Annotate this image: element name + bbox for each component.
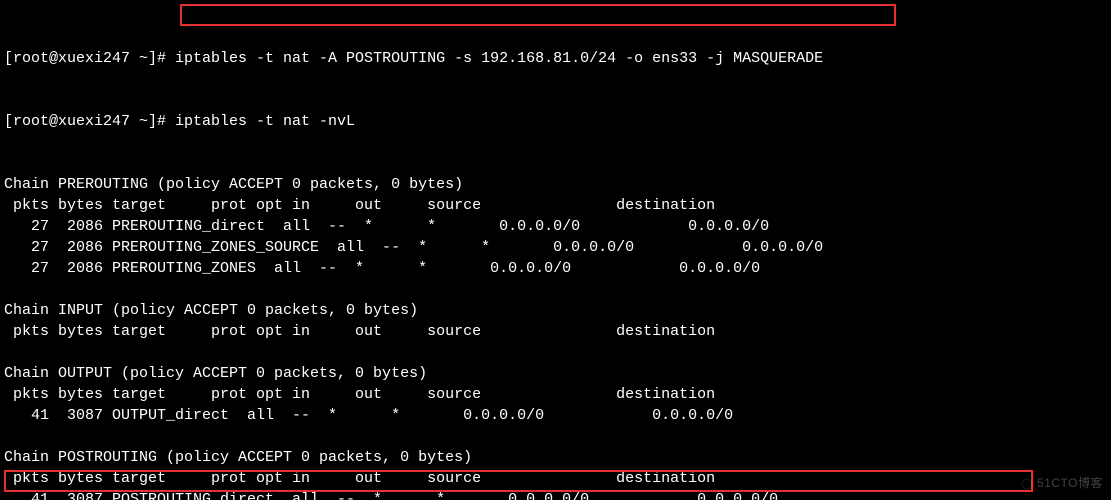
output-line: Chain OUTPUT (policy ACCEPT 0 packets, 0…	[4, 363, 1107, 384]
prompt-line-2: [root@xuexi247 ~]# iptables -t nat -nvL	[4, 111, 1107, 132]
output-line	[4, 342, 1107, 363]
output-line: 41 3087 POSTROUTING_direct all -- * * 0.…	[4, 489, 1107, 500]
watermark-text: 51CTO博客	[1037, 476, 1103, 490]
output-line: pkts bytes target prot opt in out source…	[4, 195, 1107, 216]
output-line: pkts bytes target prot opt in out source…	[4, 321, 1107, 342]
output-line	[4, 279, 1107, 300]
output-line: 27 2086 PREROUTING_ZONES all -- * * 0.0.…	[4, 258, 1107, 279]
shell-prompt: [root@xuexi247 ~]#	[4, 113, 175, 130]
output-line: Chain PREROUTING (policy ACCEPT 0 packet…	[4, 174, 1107, 195]
command-output: Chain PREROUTING (policy ACCEPT 0 packet…	[4, 174, 1107, 500]
watermark: 51CTO博客	[1021, 473, 1103, 494]
output-line: pkts bytes target prot opt in out source…	[4, 468, 1107, 489]
terminal-window[interactable]: [root@xuexi247 ~]# iptables -t nat -A PO…	[0, 0, 1111, 500]
output-line: 27 2086 PREROUTING_direct all -- * * 0.0…	[4, 216, 1107, 237]
command-text: iptables -t nat -nvL	[175, 113, 355, 130]
watermark-icon	[1021, 478, 1033, 490]
output-line: Chain INPUT (policy ACCEPT 0 packets, 0 …	[4, 300, 1107, 321]
output-line: Chain POSTROUTING (policy ACCEPT 0 packe…	[4, 447, 1107, 468]
output-line: pkts bytes target prot opt in out source…	[4, 384, 1107, 405]
command-text: iptables -t nat -A POSTROUTING -s 192.16…	[175, 50, 823, 67]
prompt-line-1: [root@xuexi247 ~]# iptables -t nat -A PO…	[4, 48, 1107, 69]
output-line: 41 3087 OUTPUT_direct all -- * * 0.0.0.0…	[4, 405, 1107, 426]
shell-prompt: [root@xuexi247 ~]#	[4, 50, 175, 67]
output-line: 27 2086 PREROUTING_ZONES_SOURCE all -- *…	[4, 237, 1107, 258]
output-line	[4, 426, 1107, 447]
